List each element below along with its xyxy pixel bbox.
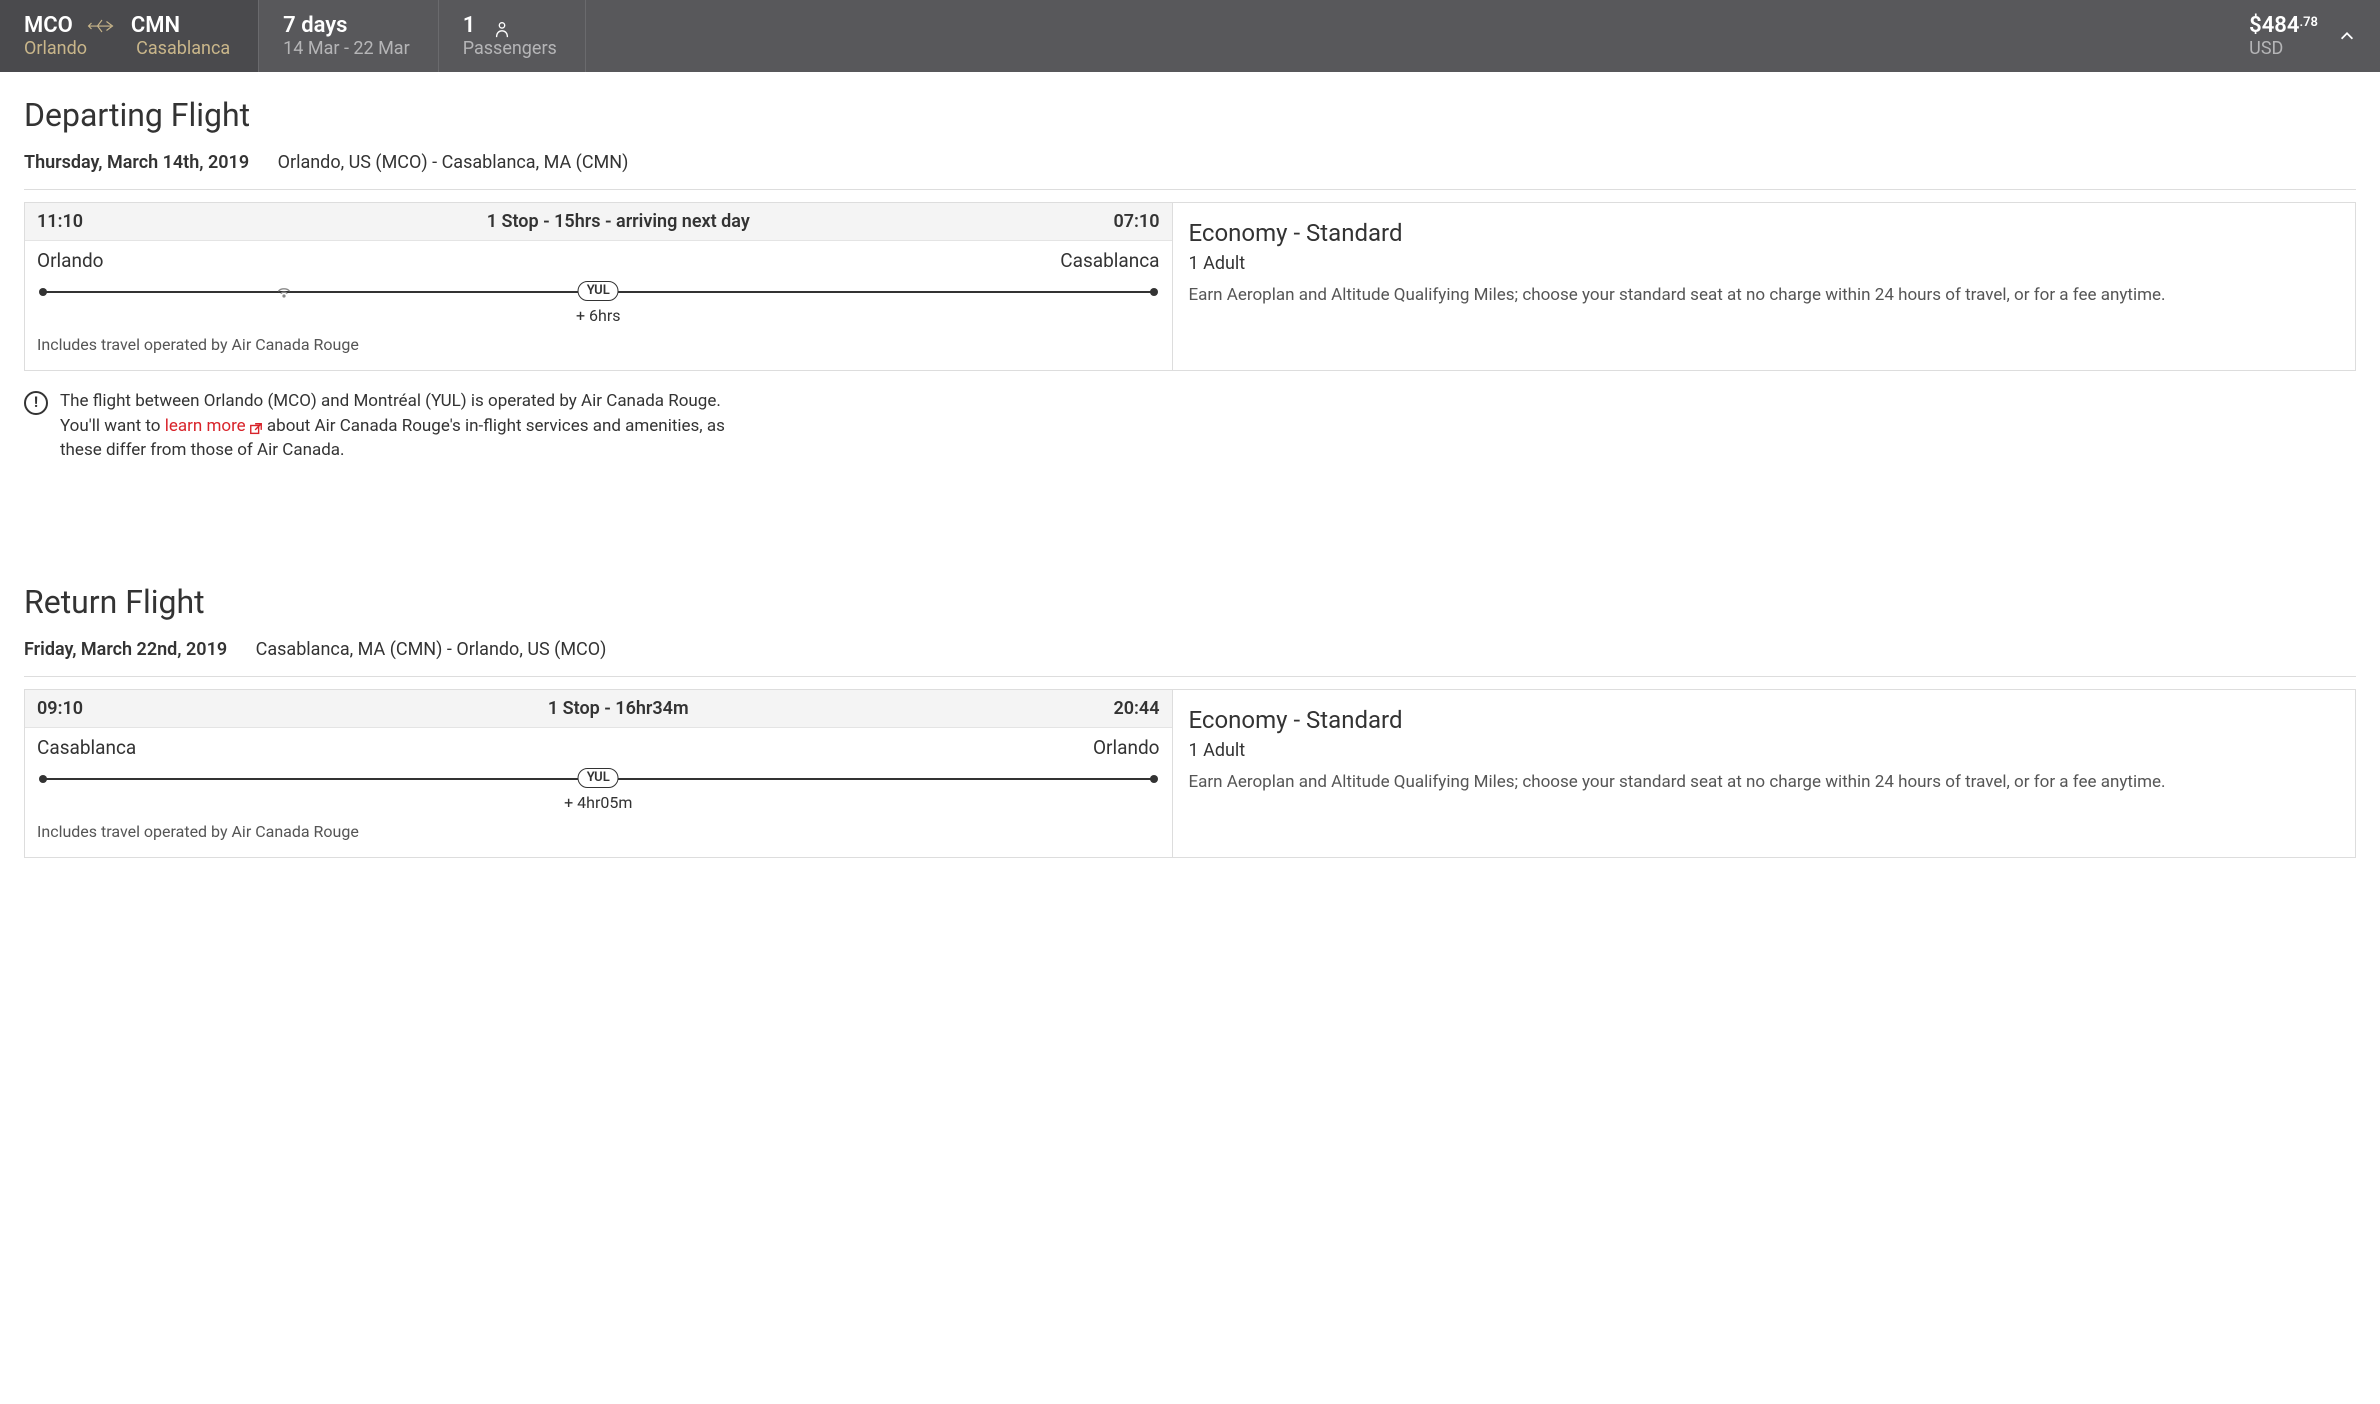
times-row: 11:10 1 Stop - 15hrs - arriving next day… — [25, 203, 1172, 241]
departure-city: Orlando — [37, 249, 598, 272]
stops-summary: 1 Stop - 16hr34m — [197, 698, 1040, 719]
arrival-time: 20:44 — [1040, 698, 1160, 719]
flight-timeline-panel: 11:10 1 Stop - 15hrs - arriving next day… — [25, 203, 1173, 370]
operated-by: Includes travel operated by Air Canada R… — [25, 822, 1172, 857]
return-title: Return Flight — [24, 583, 2356, 621]
departing-subhead: Thursday, March 14th, 2019 Orlando, US (… — [24, 152, 2356, 190]
origin-code: MCO — [24, 13, 73, 38]
flight-timeline-panel: 09:10 1 Stop - 16hr34m 20:44 Casablanca … — [25, 690, 1173, 857]
duration-summary[interactable]: 7 days 14 Mar - 22 Mar — [259, 0, 439, 72]
timeline: YUL — [25, 276, 1172, 302]
passenger-summary[interactable]: 1 Passengers — [439, 0, 586, 72]
timeline: YUL — [25, 763, 1172, 789]
cities-row: Casablanca Orlando — [25, 728, 1172, 763]
route-summary[interactable]: MCO CMN Orlando Casablanca — [0, 0, 259, 72]
fare-panel: Economy - Standard 1 Adult Earn Aeroplan… — [1173, 203, 2356, 370]
return-date: Friday, March 22nd, 2019 — [24, 639, 227, 660]
dest-city: Casablanca — [136, 38, 230, 59]
passenger-count: 1 — [463, 13, 476, 38]
times-row: 09:10 1 Stop - 16hr34m 20:44 — [25, 690, 1172, 728]
departure-time: 11:10 — [37, 211, 197, 232]
price-whole: 484 — [2262, 13, 2300, 38]
return-subhead: Friday, March 22nd, 2019 Casablanca, MA … — [24, 639, 2356, 677]
dest-code: CMN — [131, 13, 180, 38]
departing-title: Departing Flight — [24, 96, 2356, 134]
arrival-city: Orlando — [598, 736, 1159, 759]
departing-date: Thursday, March 14th, 2019 — [24, 152, 249, 173]
operated-by: Includes travel operated by Air Canada R… — [25, 335, 1172, 370]
header-spacer — [586, 0, 2225, 72]
learn-more-label: learn more — [165, 416, 246, 436]
person-icon — [489, 13, 511, 38]
departure-time: 09:10 — [37, 698, 197, 719]
departing-flight-card: 11:10 1 Stop - 15hrs - arriving next day… — [24, 202, 2356, 371]
passenger-label: Passengers — [463, 38, 557, 59]
fare-passengers: 1 Adult — [1189, 740, 2336, 761]
stop-code-badge[interactable]: YUL — [578, 768, 619, 788]
learn-more-link[interactable]: learn more — [165, 416, 263, 436]
plane-icon — [87, 16, 117, 36]
fare-panel: Economy - Standard 1 Adult Earn Aeroplan… — [1173, 690, 2356, 857]
fare-description: Earn Aeroplan and Altitude Qualifying Mi… — [1189, 284, 2336, 308]
stop-code-badge[interactable]: YUL — [578, 281, 619, 301]
fare-passengers: 1 Adult — [1189, 253, 2336, 274]
price-summary[interactable]: $484.78 USD — [2225, 0, 2380, 72]
departing-route: Orlando, US (MCO) - Casablanca, MA (CMN) — [278, 152, 629, 173]
duration-label: 7 days — [283, 13, 410, 38]
cities-row: Orlando Casablanca — [25, 241, 1172, 276]
fare-class: Economy - Standard — [1189, 706, 2336, 734]
rouge-notice: ! The flight between Orlando (MCO) and M… — [24, 389, 764, 463]
price-symbol: $ — [2249, 13, 2262, 38]
summary-header: MCO CMN Orlando Casablanca 7 days 14 Mar… — [0, 0, 2380, 72]
arrival-time: 07:10 — [1040, 211, 1160, 232]
external-link-icon — [249, 422, 263, 436]
departure-city: Casablanca — [37, 736, 598, 759]
return-route: Casablanca, MA (CMN) - Orlando, US (MCO) — [256, 639, 607, 660]
arrival-city: Casablanca — [598, 249, 1159, 272]
stops-summary: 1 Stop - 15hrs - arriving next day — [197, 211, 1040, 232]
date-range: 14 Mar - 22 Mar — [283, 38, 410, 59]
price-currency: USD — [2249, 38, 2318, 59]
return-flight-card: 09:10 1 Stop - 16hr34m 20:44 Casablanca … — [24, 689, 2356, 858]
wifi-icon — [276, 284, 292, 300]
chevron-up-icon[interactable] — [2338, 27, 2356, 45]
info-icon: ! — [24, 391, 48, 415]
layover-duration: + 6hrs — [25, 302, 1172, 335]
fare-description: Earn Aeroplan and Altitude Qualifying Mi… — [1189, 771, 2336, 795]
price-cents: .78 — [2299, 15, 2318, 30]
origin-city: Orlando — [24, 38, 87, 59]
fare-class: Economy - Standard — [1189, 219, 2336, 247]
layover-duration: + 4hr05m — [25, 789, 1172, 822]
